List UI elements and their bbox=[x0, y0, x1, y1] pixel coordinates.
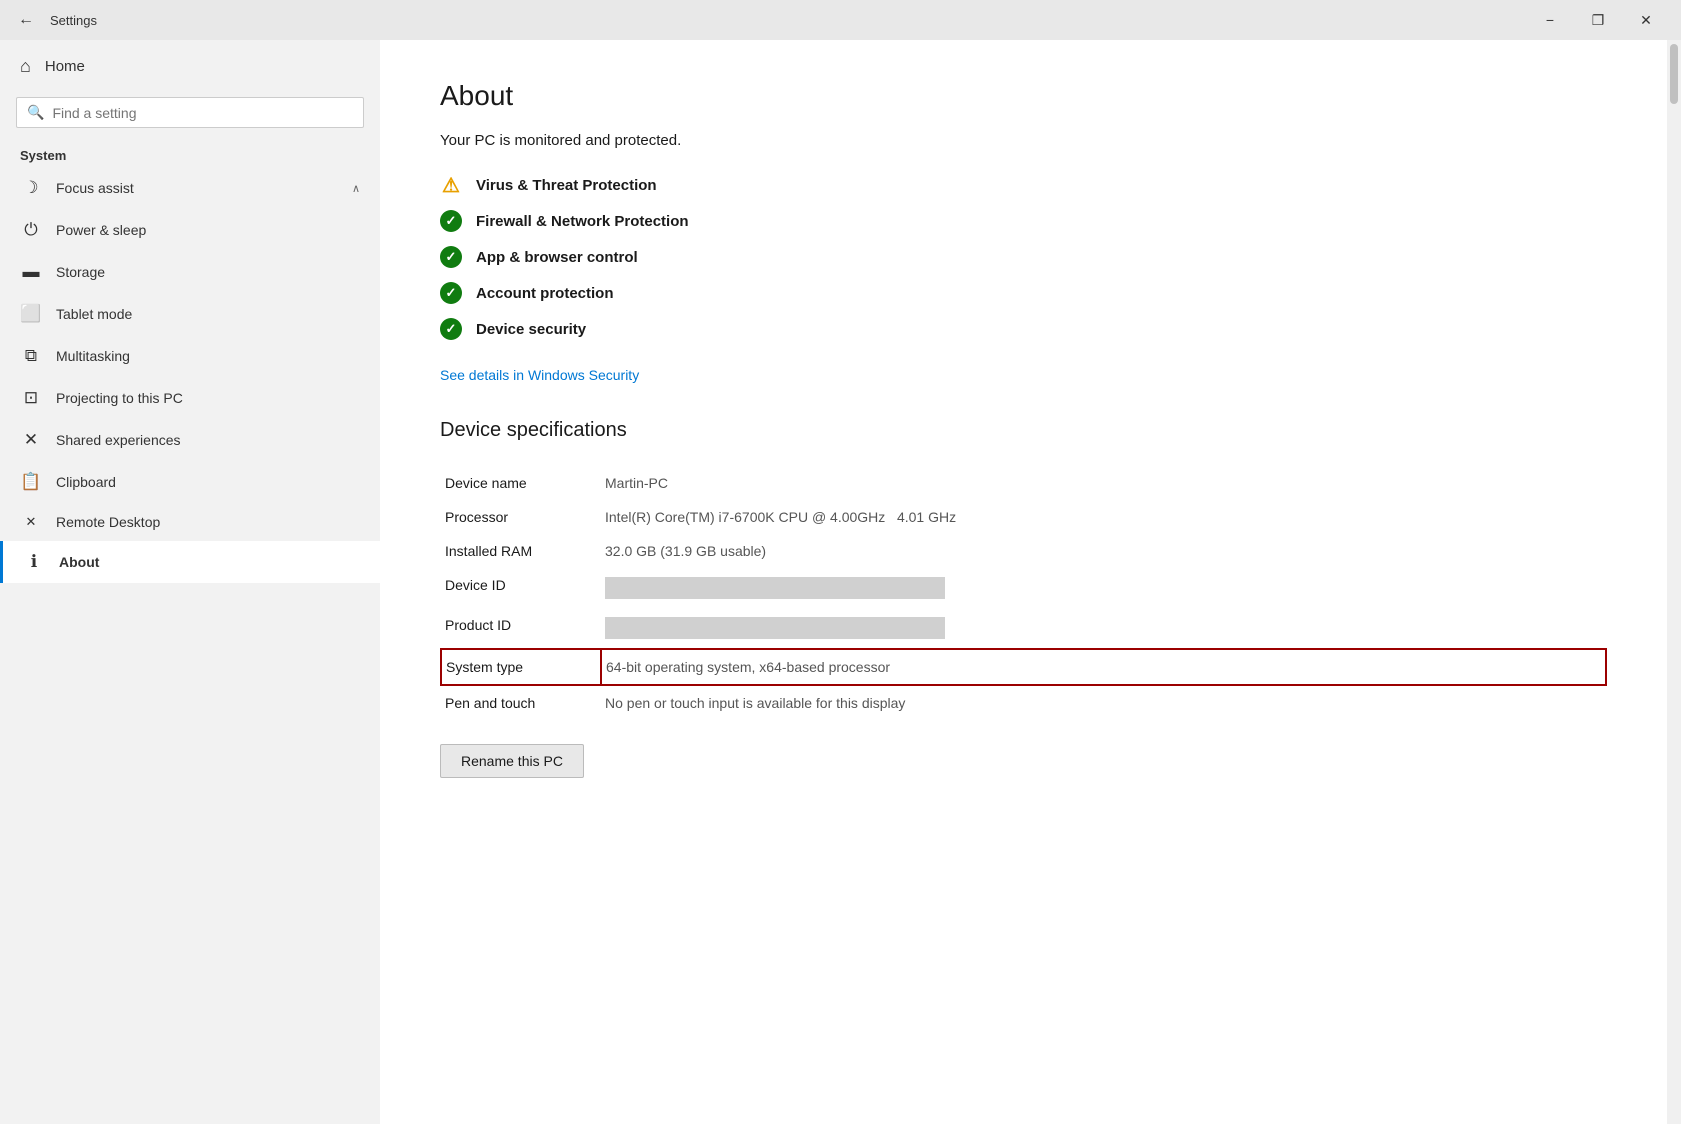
spec-value-pen-touch: No pen or touch input is available for t… bbox=[601, 685, 1606, 720]
projecting-icon: ⊡ bbox=[20, 388, 42, 408]
search-input[interactable] bbox=[52, 105, 353, 121]
sidebar-item-remote-desktop[interactable]: ✕ Remote Desktop bbox=[0, 503, 380, 541]
spec-label-device-name: Device name bbox=[441, 466, 601, 500]
sidebar-home-label: Home bbox=[45, 58, 85, 75]
spec-row-pen-touch: Pen and touch No pen or touch input is a… bbox=[441, 685, 1606, 720]
product-id-redacted bbox=[605, 617, 945, 639]
search-box[interactable]: 🔍 bbox=[16, 97, 364, 128]
spec-label-pen-touch: Pen and touch bbox=[441, 685, 601, 720]
protection-item-firewall: ✓ Firewall & Network Protection bbox=[440, 203, 1607, 239]
protection-subtitle: Your PC is monitored and protected. bbox=[440, 132, 1607, 149]
spec-value-product-id bbox=[601, 608, 1606, 649]
sidebar-item-clipboard[interactable]: 📋 Clipboard bbox=[0, 461, 380, 503]
spec-row-device-name: Device name Martin-PC bbox=[441, 466, 1606, 500]
specs-table: Device name Martin-PC Processor Intel(R)… bbox=[440, 466, 1607, 720]
spec-row-processor: Processor Intel(R) Core(TM) i7-6700K CPU… bbox=[441, 500, 1606, 534]
tablet-mode-icon: ⬜ bbox=[20, 304, 42, 324]
back-button[interactable]: ← bbox=[12, 6, 40, 34]
minimize-button[interactable]: − bbox=[1527, 0, 1573, 40]
storage-icon: ▬ bbox=[20, 262, 42, 282]
sidebar-item-home[interactable]: ⌂ Home bbox=[0, 40, 380, 93]
sidebar-item-storage[interactable]: ▬ Storage bbox=[0, 251, 380, 293]
main-layout: ⌂ Home 🔍 System ☽ Focus assist ∧ ⏻ Power… bbox=[0, 40, 1681, 1124]
protection-item-account-label: Account protection bbox=[476, 285, 614, 302]
protection-item-account: ✓ Account protection bbox=[440, 275, 1607, 311]
focus-assist-icon: ☽ bbox=[20, 178, 42, 198]
spec-row-product-id: Product ID bbox=[441, 608, 1606, 649]
restore-button[interactable]: ❐ bbox=[1575, 0, 1621, 40]
spec-label-device-id: Device ID bbox=[441, 568, 601, 608]
ok-icon-firewall: ✓ bbox=[440, 210, 462, 232]
sidebar-item-clipboard-label: Clipboard bbox=[56, 474, 116, 490]
sidebar-item-multitasking-label: Multitasking bbox=[56, 348, 130, 364]
sidebar-item-power-sleep-label: Power & sleep bbox=[56, 222, 146, 238]
sidebar-item-projecting[interactable]: ⊡ Projecting to this PC bbox=[0, 377, 380, 419]
ok-icon-browser: ✓ bbox=[440, 246, 462, 268]
search-icon: 🔍 bbox=[27, 104, 44, 121]
multitasking-icon: ⧉ bbox=[20, 346, 42, 366]
scrollbar-track[interactable] bbox=[1667, 40, 1681, 1124]
spec-value-device-id bbox=[601, 568, 1606, 608]
rename-pc-button[interactable]: Rename this PC bbox=[440, 744, 584, 778]
spec-value-ram: 32.0 GB (31.9 GB usable) bbox=[601, 534, 1606, 568]
page-title: About bbox=[440, 80, 1607, 112]
device-specs-title: Device specifications bbox=[440, 419, 1607, 442]
scrollbar-thumb[interactable] bbox=[1670, 44, 1678, 104]
spec-row-device-id: Device ID bbox=[441, 568, 1606, 608]
ok-icon-account: ✓ bbox=[440, 282, 462, 304]
sidebar-item-projecting-label: Projecting to this PC bbox=[56, 390, 183, 406]
sidebar-item-about[interactable]: ℹ About bbox=[0, 541, 380, 583]
close-button[interactable]: ✕ bbox=[1623, 0, 1669, 40]
sidebar-item-shared-experiences[interactable]: ✕ Shared experiences bbox=[0, 419, 380, 461]
protection-item-virus: ⚠ Virus & Threat Protection bbox=[440, 167, 1607, 203]
sidebar-item-shared-experiences-label: Shared experiences bbox=[56, 432, 181, 448]
ok-icon-device-security: ✓ bbox=[440, 318, 462, 340]
sidebar-item-tablet-mode[interactable]: ⬜ Tablet mode bbox=[0, 293, 380, 335]
sidebar-item-multitasking[interactable]: ⧉ Multitasking bbox=[0, 335, 380, 377]
protection-item-virus-label: Virus & Threat Protection bbox=[476, 177, 657, 194]
see-details-link[interactable]: See details in Windows Security bbox=[440, 367, 639, 383]
window-controls: − ❐ ✕ bbox=[1527, 0, 1669, 40]
title-bar-title: Settings bbox=[50, 13, 1527, 28]
protection-item-firewall-label: Firewall & Network Protection bbox=[476, 213, 689, 230]
spec-label-system-type: System type bbox=[441, 649, 601, 685]
spec-label-ram: Installed RAM bbox=[441, 534, 601, 568]
about-icon: ℹ bbox=[23, 552, 45, 572]
power-sleep-icon: ⏻ bbox=[20, 220, 42, 240]
remote-desktop-icon: ✕ bbox=[20, 514, 42, 530]
protection-item-browser-label: App & browser control bbox=[476, 249, 638, 266]
content-area: About Your PC is monitored and protected… bbox=[380, 40, 1667, 1124]
spec-value-system-type: 64-bit operating system, x64-based proce… bbox=[601, 649, 1606, 685]
protection-item-device-security-label: Device security bbox=[476, 321, 586, 338]
sidebar-item-about-label: About bbox=[59, 554, 99, 570]
sidebar-item-focus-assist-label: Focus assist bbox=[56, 180, 134, 196]
spec-row-system-type: System type 64-bit operating system, x64… bbox=[441, 649, 1606, 685]
spec-label-product-id: Product ID bbox=[441, 608, 601, 649]
spec-label-processor: Processor bbox=[441, 500, 601, 534]
warning-icon: ⚠ bbox=[440, 174, 462, 196]
sidebar-item-remote-desktop-label: Remote Desktop bbox=[56, 514, 160, 530]
protection-list: ⚠ Virus & Threat Protection ✓ Firewall &… bbox=[440, 167, 1607, 347]
home-icon: ⌂ bbox=[20, 56, 31, 77]
clipboard-icon: 📋 bbox=[20, 472, 42, 492]
spec-row-ram: Installed RAM 32.0 GB (31.9 GB usable) bbox=[441, 534, 1606, 568]
sidebar: ⌂ Home 🔍 System ☽ Focus assist ∧ ⏻ Power… bbox=[0, 40, 380, 1124]
shared-experiences-icon: ✕ bbox=[20, 430, 42, 450]
device-id-redacted bbox=[605, 577, 945, 599]
sidebar-item-power-sleep[interactable]: ⏻ Power & sleep bbox=[0, 209, 380, 251]
chevron-up-icon: ∧ bbox=[352, 182, 360, 195]
sidebar-item-tablet-mode-label: Tablet mode bbox=[56, 306, 132, 322]
title-bar: ← Settings − ❐ ✕ bbox=[0, 0, 1681, 40]
protection-item-browser: ✓ App & browser control bbox=[440, 239, 1607, 275]
protection-item-device-security: ✓ Device security bbox=[440, 311, 1607, 347]
system-section-label: System bbox=[0, 140, 380, 167]
spec-value-processor: Intel(R) Core(TM) i7-6700K CPU @ 4.00GHz… bbox=[601, 500, 1606, 534]
sidebar-item-storage-label: Storage bbox=[56, 264, 105, 280]
spec-value-device-name: Martin-PC bbox=[601, 466, 1606, 500]
sidebar-item-focus-assist[interactable]: ☽ Focus assist ∧ bbox=[0, 167, 380, 209]
